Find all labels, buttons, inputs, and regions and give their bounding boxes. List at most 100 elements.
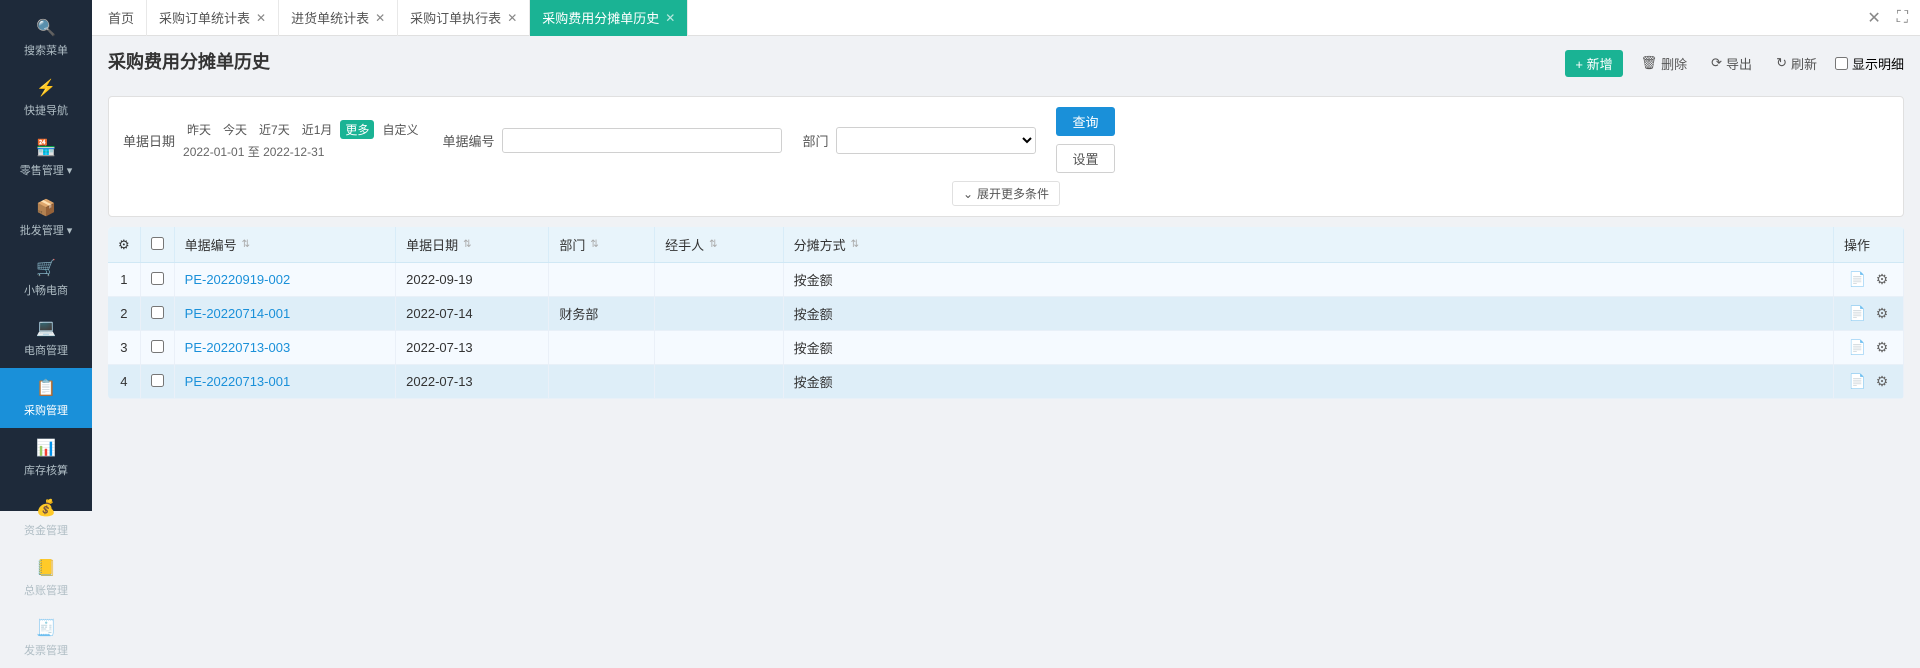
last1month-btn[interactable]: 近1月 (298, 120, 337, 139)
sidebar-item-purchase[interactable]: 📋采购管理 (0, 368, 92, 428)
doc-num-link[interactable]: PE-20220714-001 (185, 306, 291, 321)
tab-purchase-order-exec[interactable]: 采购订单执行表✕ (398, 0, 530, 36)
table-row: 3 PE-20220713-003 2022-07-13 按金额 📄 ⚙ (108, 331, 1904, 365)
row-checkbox[interactable] (151, 272, 164, 285)
doc-num-field: 单据编号 (442, 128, 782, 153)
sidebar-item-ecommerce[interactable]: 💻电商管理 (0, 308, 92, 368)
sidebar-item-finance[interactable]: 💰资金管理 (0, 488, 92, 548)
settings-button[interactable]: 设置 (1056, 144, 1114, 173)
yesterday-btn[interactable]: 昨天 (183, 120, 215, 139)
sort-icon: ⇅ (709, 239, 717, 250)
tab-inbound-stats[interactable]: 进货单统计表 ✕ (279, 0, 398, 36)
tab-label: 采购订单统计表 (159, 8, 250, 27)
row-checkbox[interactable] (151, 340, 164, 353)
search-bar: 单据日期 昨天 今天 近7天 近1月 更多 自定义 2022-01-01 至 2… (108, 96, 1904, 217)
sort-icon: ⇅ (242, 239, 250, 250)
edit-icon[interactable]: ⚙ (1873, 305, 1892, 321)
doc-num-input[interactable] (502, 128, 782, 153)
export-button[interactable]: ⟳ 导出 (1705, 50, 1758, 77)
last7days-btn[interactable]: 近7天 (255, 120, 294, 139)
row-checkbox[interactable] (151, 374, 164, 387)
doc-num-link[interactable]: PE-20220919-002 (185, 272, 291, 287)
doc-num-link[interactable]: PE-20220713-003 (185, 340, 291, 355)
dept-field: 部门 (802, 127, 1036, 154)
th-split-method[interactable]: 分摊方式 ⇅ (783, 227, 1833, 263)
tab-bar: 首页采购订单统计表✕进货单统计表✕采购订单执行表✕采购费用分摊单历史✕ ✕ ⛶ (92, 0, 1920, 36)
sort-icon: ⇅ (851, 239, 859, 250)
doc-date-cell: 2022-07-13 (396, 365, 549, 399)
ops-cell: 📄 ⚙ (1834, 297, 1904, 331)
dept-select[interactable] (836, 127, 1036, 154)
split-method-cell: 按金额 (783, 263, 1833, 297)
select-all-checkbox[interactable] (151, 237, 164, 250)
add-button[interactable]: + 新增 (1565, 50, 1622, 77)
tab-close-icon[interactable]: ✕ (665, 11, 675, 25)
edit-icon[interactable]: ⚙ (1873, 339, 1892, 355)
row-num: 3 (108, 331, 140, 365)
split-method-cell: 按金额 (783, 297, 1833, 331)
tab-close-icon[interactable]: ✕ (507, 11, 517, 25)
show-columns-toggle[interactable]: 显示明细 (1835, 54, 1904, 73)
micro-icon: 🛒 (36, 258, 56, 278)
tab-home[interactable]: 首页 (100, 0, 147, 36)
sidebar-item-micro[interactable]: 🛒小畅电商 (0, 248, 92, 308)
row-checkbox[interactable] (151, 306, 164, 319)
table-body: 1 PE-20220919-002 2022-09-19 按金额 📄 ⚙ 2 P… (108, 263, 1904, 399)
more-btn[interactable]: 更多 (340, 120, 374, 139)
doc-num-cell: PE-20220713-003 (174, 331, 396, 365)
date-quick-buttons: 昨天 今天 近7天 近1月 更多 自定义 2022-01-01 至 2022-1… (183, 120, 422, 160)
sidebar-item-ledger[interactable]: 📒总账管理 (0, 548, 92, 608)
view-icon[interactable]: 📄 (1846, 271, 1869, 287)
ops-cell: 📄 ⚙ (1834, 331, 1904, 365)
sort-icon: ⇅ (463, 239, 471, 250)
close-window-icon[interactable]: ✕ (1863, 6, 1884, 30)
th-gear: ⚙ (108, 227, 140, 263)
ops-cell: 📄 ⚙ (1834, 263, 1904, 297)
doc-num-label: 单据编号 (442, 131, 494, 150)
view-icon[interactable]: 📄 (1846, 373, 1869, 389)
toolbar: + 新增 🗑 删除 ⟳ 导出 ↻ 刷新 显示明细 (1565, 50, 1904, 77)
tab-close-icon[interactable]: ✕ (256, 11, 266, 25)
gear-icon[interactable]: ⚙ (118, 237, 130, 252)
tab-actions: ✕ ⛶ (1863, 6, 1912, 30)
edit-icon[interactable]: ⚙ (1873, 373, 1892, 389)
doc-date-cell: 2022-07-14 (396, 297, 549, 331)
dept-cell: 财务部 (549, 297, 655, 331)
doc-date-cell: 2022-07-13 (396, 331, 549, 365)
tab-purchase-order-stats[interactable]: 采购订单统计表 ✕ (147, 0, 279, 36)
th-handler[interactable]: 经手人 ⇅ (655, 227, 784, 263)
tab-label: 进货单统计表 (291, 8, 369, 27)
edit-icon[interactable]: ⚙ (1873, 271, 1892, 287)
show-columns-checkbox[interactable] (1835, 57, 1848, 70)
sidebar-item-search[interactable]: 🔍搜索菜单 (0, 8, 92, 68)
today-btn[interactable]: 今天 (219, 120, 251, 139)
th-doc-num[interactable]: 单据编号 ⇅ (174, 227, 396, 263)
purchase-icon: 📋 (36, 378, 56, 398)
view-icon[interactable]: 📄 (1846, 339, 1869, 355)
main-content: 首页采购订单统计表✕进货单统计表✕采购订单执行表✕采购费用分摊单历史✕ ✕ ⛶ … (92, 0, 1920, 511)
date-field: 单据日期 昨天 今天 近7天 近1月 更多 自定义 2022-01-01 至 2… (123, 120, 422, 160)
sidebar-item-invoice[interactable]: 🧾发票管理 (0, 608, 92, 668)
sidebar-item-inventory[interactable]: 📊库存核算 (0, 428, 92, 488)
th-doc-date[interactable]: 单据日期 ⇅ (396, 227, 549, 263)
sidebar-item-wholesale[interactable]: 📦批发管理 ▾ (0, 188, 92, 248)
delete-button[interactable]: 🗑 删除 (1635, 50, 1694, 77)
row-num: 4 (108, 365, 140, 399)
finance-icon: 💰 (36, 498, 56, 518)
sidebar-item-shortcut[interactable]: ⚡快捷导航 (0, 68, 92, 128)
chevron-down-icon: ⌄ (963, 187, 973, 201)
th-dept[interactable]: 部门 ⇅ (549, 227, 655, 263)
doc-num-cell: PE-20220919-002 (174, 263, 396, 297)
data-table: ⚙ 单据编号 ⇅ 单据日期 ⇅ (108, 227, 1904, 399)
tab-purchase-fee-split[interactable]: 采购费用分摊单历史✕ (530, 0, 688, 36)
custom-btn[interactable]: 自定义 (378, 120, 422, 139)
search-button[interactable]: 查询 (1056, 107, 1114, 136)
sidebar-item-retail[interactable]: 🏪零售管理 ▾ (0, 128, 92, 188)
maximize-window-icon[interactable]: ⛶ (1893, 7, 1912, 29)
tab-close-icon[interactable]: ✕ (375, 11, 385, 25)
expand-conditions-btn[interactable]: ⌄ 展开更多条件 (952, 181, 1060, 206)
refresh-button[interactable]: ↻ 刷新 (1770, 50, 1823, 77)
search-row: 单据日期 昨天 今天 近7天 近1月 更多 自定义 2022-01-01 至 2… (123, 107, 1889, 173)
doc-num-link[interactable]: PE-20220713-001 (185, 374, 291, 389)
view-icon[interactable]: 📄 (1846, 305, 1869, 321)
